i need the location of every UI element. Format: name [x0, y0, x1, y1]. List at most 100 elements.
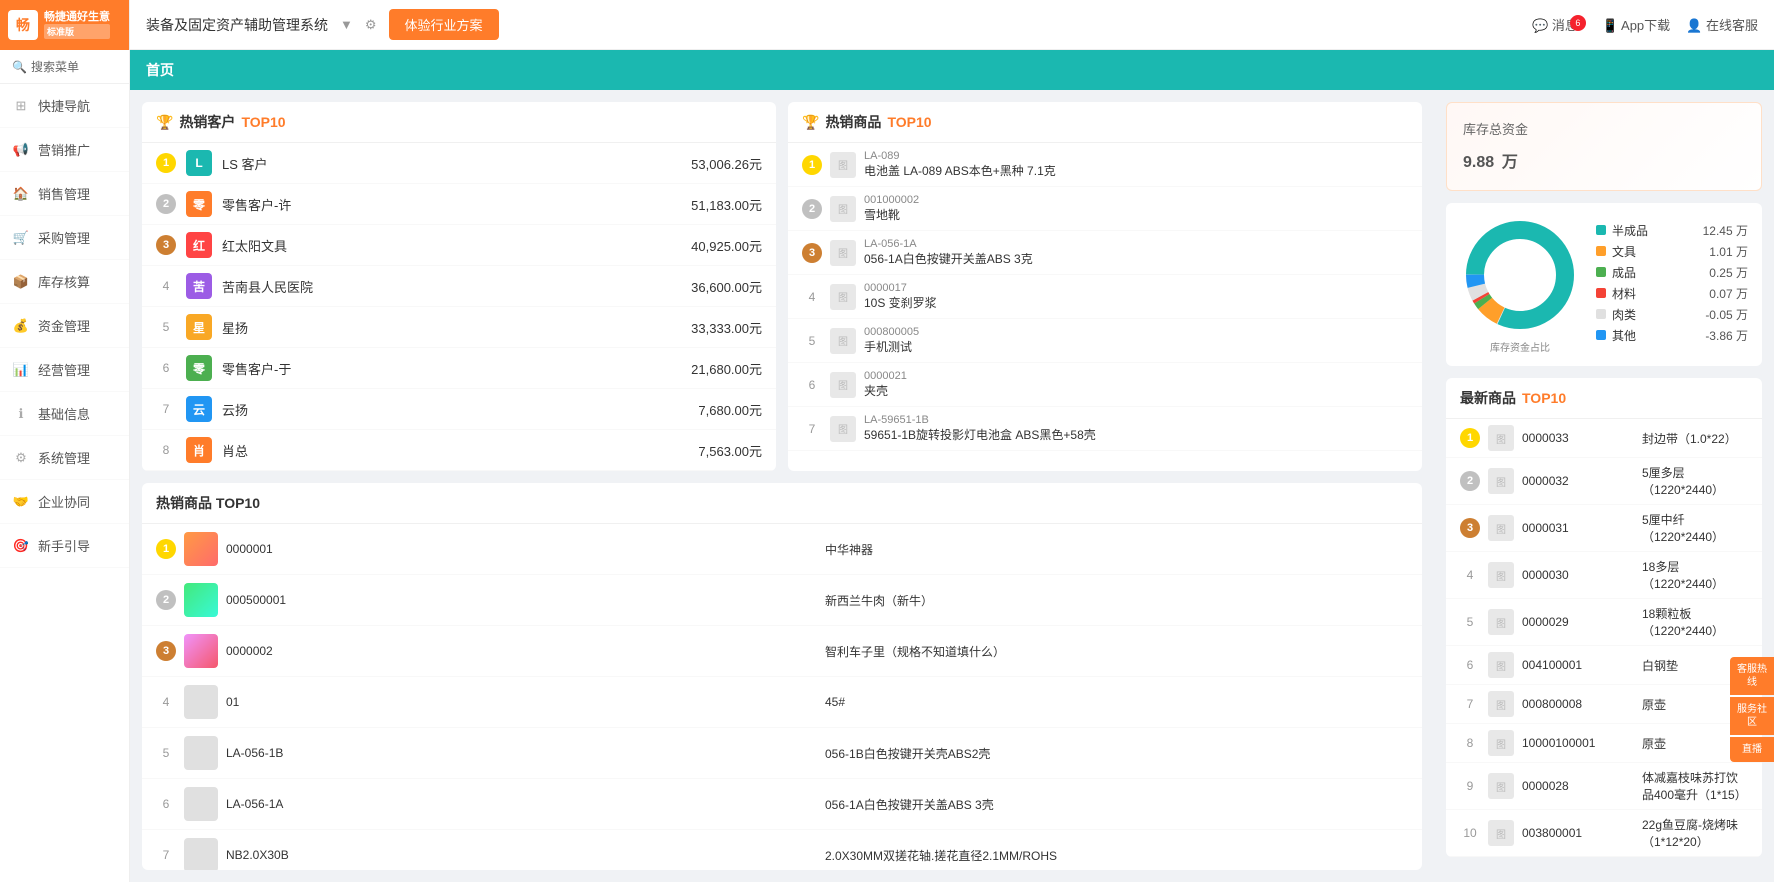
- purchase-icon: 🛒: [12, 229, 30, 247]
- app-download-action[interactable]: 📱 App下载: [1602, 15, 1670, 34]
- avatar: 零: [186, 355, 212, 381]
- prod-name: 体减嘉枝味苏打饮品400毫升（1*15）: [1642, 769, 1748, 803]
- sidebar-item-inventory[interactable]: 📦 库存核算: [0, 260, 129, 304]
- finance-icon: 💰: [12, 317, 30, 335]
- top-clients-card: 🏆 热销客户 TOP10 1 L LS 客户 53,006.26元 2: [142, 102, 776, 471]
- table-row: 1 L LS 客户 53,006.26元: [142, 143, 776, 184]
- legend-dot: [1596, 267, 1606, 277]
- cs-live-button[interactable]: 直播: [1730, 737, 1774, 762]
- table-row: 3 图 LA-056-1A 056-1A白色按键开关盖ABS 3克: [788, 231, 1422, 275]
- donut-section: 库存资金占比 半成品 12.45 万 文具 1.01 万: [1446, 203, 1762, 366]
- breadcrumb-bar: 首页: [130, 50, 1774, 90]
- legend-value: 1.01 万: [1709, 243, 1748, 260]
- prod-code: LA-089: [864, 150, 1056, 162]
- sidebar-item-finance[interactable]: 💰 资金管理: [0, 304, 129, 348]
- chevron-down-icon[interactable]: ▼: [340, 17, 353, 32]
- rank-badge: 1: [156, 153, 176, 173]
- sidebar-search[interactable]: 🔍 搜索菜单: [0, 50, 129, 84]
- rank-number: 5: [1460, 615, 1480, 629]
- sidebar-item-system[interactable]: ⚙ 系统管理: [0, 436, 129, 480]
- sidebar-item-quicknav[interactable]: ⊞ 快捷导航: [0, 84, 129, 128]
- rank-number: 6: [156, 797, 176, 811]
- list-item: 10 图 003800001 22g鱼豆腐-烧烤味（1*12*20）: [1446, 810, 1762, 857]
- donut-svg: [1460, 215, 1580, 335]
- prod-code: 0000033: [1522, 431, 1628, 445]
- amount: 21,680.00元: [691, 359, 762, 378]
- prod-code: 0000029: [1522, 615, 1628, 629]
- prod-image: 图: [830, 196, 856, 222]
- rank-number: 9: [1460, 779, 1480, 793]
- table-row: 1 图 LA-089 电池盖 LA-089 ABS本色+黑种 7.1克: [788, 143, 1422, 187]
- prod-name: 雪地靴: [864, 206, 919, 223]
- top-prods-badge: TOP10: [887, 114, 931, 130]
- top-clients-table: 1 L LS 客户 53,006.26元 2 零 零售客户-许 51,183.0…: [142, 143, 776, 471]
- prod-code: LA-056-1A: [864, 238, 1033, 250]
- table-row: 5 星 星扬 33,333.00元: [142, 307, 776, 348]
- prod-name: 智利车子里（规格不知道填什么）: [825, 643, 1408, 660]
- list-item: 5 图 0000029 18颗粒板（1220*2440）: [1446, 599, 1762, 646]
- prod-code: 0000017: [864, 282, 937, 294]
- rank-badge: 1: [1460, 428, 1480, 448]
- prod-code: 003800001: [1522, 826, 1628, 840]
- system-title: 装备及固定资产辅助管理系统: [146, 15, 328, 35]
- prod-image: 图: [1488, 562, 1514, 588]
- prod-name: 5厘多层（1220*2440）: [1642, 464, 1748, 498]
- prod-code: 000800008: [1522, 697, 1628, 711]
- prod-name: 新西兰牛肉（新牛）: [825, 592, 1408, 609]
- prod-name: 10S 变刹罗浆: [864, 294, 937, 311]
- rank-number: 4: [1460, 568, 1480, 582]
- sidebar-item-base[interactable]: ℹ 基础信息: [0, 392, 129, 436]
- quicknav-label: 快捷导航: [38, 96, 90, 115]
- amount: 33,333.00元: [691, 318, 762, 337]
- prod-name: 中华神器: [825, 541, 1408, 558]
- cs-community-button[interactable]: 服务社区: [1730, 697, 1774, 735]
- avatar: L: [186, 150, 212, 176]
- sidebar-item-sales[interactable]: 🏠 销售管理: [0, 172, 129, 216]
- settings-icon[interactable]: ⚙: [365, 17, 377, 33]
- right-panel: 库存总资金 9.88 万: [1434, 90, 1774, 882]
- table-row: 7 图 LA-59651-1B 59651-1B旋转投影灯电池盒 ABS黑色+5…: [788, 407, 1422, 451]
- rank-number: 5: [156, 746, 176, 760]
- sidebar-item-purchase[interactable]: 🛒 采购管理: [0, 216, 129, 260]
- collab-icon: 🤝: [12, 493, 30, 511]
- sidebar-item-operations[interactable]: 📊 经营管理: [0, 348, 129, 392]
- amount: 7,563.00元: [698, 441, 762, 460]
- table-row: 5 图 000800005 手机测试: [788, 319, 1422, 363]
- rank-badge: 2: [802, 199, 822, 219]
- prod-image: 图: [830, 372, 856, 398]
- rank-badge: 2: [156, 194, 176, 214]
- rank-number: 4: [802, 290, 822, 304]
- inventory-label: 库存核算: [38, 272, 90, 291]
- cs-hotline-button[interactable]: 客服热线: [1730, 657, 1774, 695]
- prod-code: 000800005: [864, 326, 919, 338]
- amount: 36,600.00元: [691, 277, 762, 296]
- client-name: 零售客户-许: [222, 195, 681, 214]
- prod-code: LA-59651-1B: [864, 414, 1096, 426]
- prod-name: 18多层（1220*2440）: [1642, 558, 1748, 592]
- float-cs-panel: 客服热线 服务社区 直播: [1730, 657, 1774, 762]
- legend-dot: [1596, 330, 1606, 340]
- table-row: 7 云 云扬 7,680.00元: [142, 389, 776, 430]
- rank-badge: 3: [802, 243, 822, 263]
- list-item: 5 LA-056-1B 056-1B白色按键开关壳ABS2壳: [142, 728, 1422, 779]
- legend-dot: [1596, 309, 1606, 319]
- top-clients-header: 🏆 热销客户 TOP10: [142, 102, 776, 143]
- rank-badge: 3: [156, 235, 176, 255]
- message-action[interactable]: 💬 消息6: [1532, 15, 1586, 34]
- trial-button[interactable]: 体验行业方案: [389, 9, 499, 40]
- sidebar-item-guide[interactable]: 🎯 新手引导: [0, 524, 129, 568]
- inventory-icon: 📦: [12, 273, 30, 291]
- rank-number: 4: [156, 279, 176, 293]
- client-name: 肖总: [222, 441, 688, 460]
- sidebar-item-marketing[interactable]: 📢 营销推广: [0, 128, 129, 172]
- prod-image: [184, 838, 218, 870]
- legend-name: 肉类: [1612, 306, 1699, 323]
- list-item: 3 图 0000031 5厘中纤（1220*2440）: [1446, 505, 1762, 552]
- legend-dot: [1596, 288, 1606, 298]
- list-item: 7 图 000800008 原壶: [1446, 685, 1762, 724]
- online-service-action[interactable]: 👤 在线客服: [1686, 15, 1758, 34]
- prod-code: 0000021: [864, 370, 907, 382]
- prod-image: 图: [1488, 691, 1514, 717]
- sidebar-item-collab[interactable]: 🤝 企业协同: [0, 480, 129, 524]
- rank-badge: 3: [1460, 518, 1480, 538]
